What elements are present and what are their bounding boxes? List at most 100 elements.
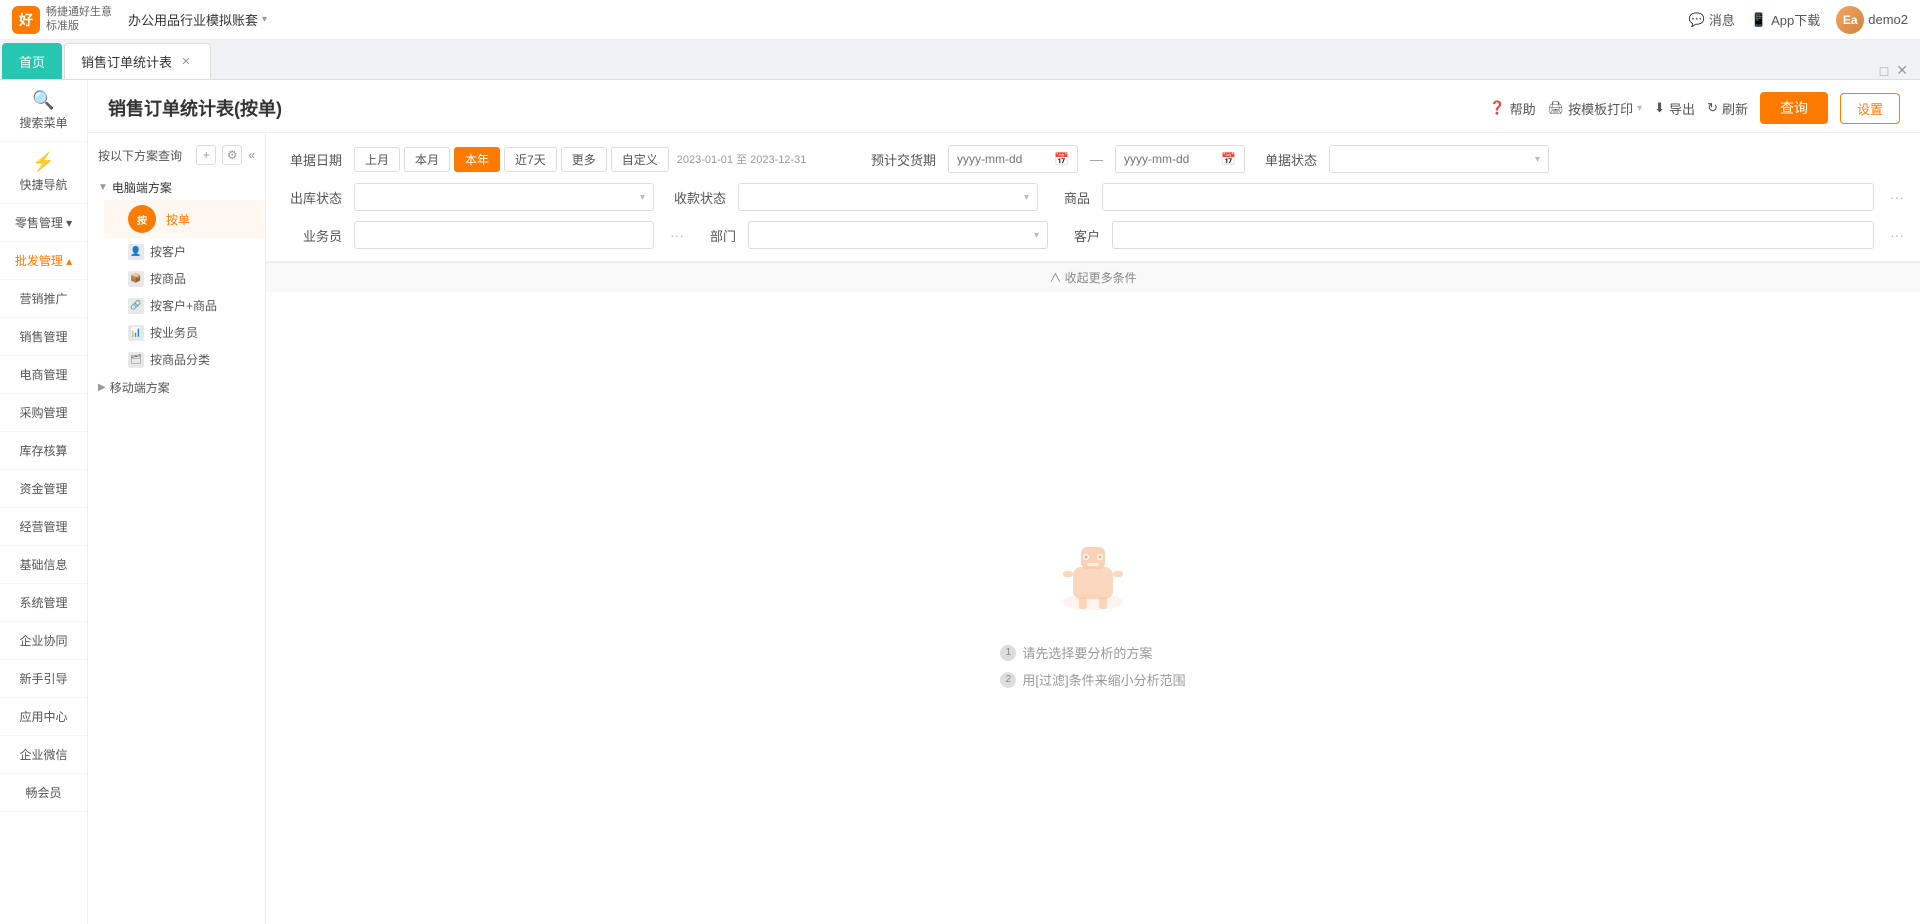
edit-scheme-btn[interactable]: ⚙ xyxy=(222,145,242,165)
scheme-by-order[interactable]: 按 按单 xyxy=(104,200,265,238)
expected-date-from[interactable]: 📅 xyxy=(948,145,1078,173)
pc-section-header[interactable]: ▼ 电脑端方案 xyxy=(88,175,265,200)
delivery-select[interactable]: ▾ xyxy=(354,183,654,211)
refresh-icon: ↻ xyxy=(1707,100,1718,116)
sidebar-item-basic[interactable]: 基础信息 xyxy=(0,546,87,584)
workspace-arrow-icon: ▾ xyxy=(262,14,267,25)
customer-label: 客户 xyxy=(1060,226,1100,245)
expected-date-to[interactable]: 📅 xyxy=(1115,145,1245,173)
expected-date-from-input[interactable] xyxy=(957,152,1054,166)
mobile-section[interactable]: ▶ 移动端方案 xyxy=(88,375,265,400)
sidebar-item-collab[interactable]: 企业协同 xyxy=(0,622,87,660)
custom-btn[interactable]: 自定义 xyxy=(611,147,669,172)
logo-text: 畅捷通好生意 标准版 xyxy=(46,6,112,32)
tab-close-icon[interactable]: ✕ xyxy=(178,54,194,70)
tab-order-stat[interactable]: 销售订单统计表 ✕ xyxy=(64,43,211,79)
last-7-btn[interactable]: 近7天 xyxy=(504,147,557,172)
customer-scheme-icon: 👤 xyxy=(128,244,144,260)
goods-input-field[interactable] xyxy=(1111,190,1865,204)
add-scheme-btn[interactable]: + xyxy=(196,145,216,165)
scheme-by-cust-goods[interactable]: 🔗 按客户+商品 xyxy=(104,292,265,319)
print-arrow-icon: ▾ xyxy=(1637,103,1642,114)
tab-home[interactable]: 首页 xyxy=(2,43,62,79)
staff-input-field[interactable] xyxy=(363,228,645,242)
filter-row-1: 单据日期 上月 本月 本年 近7天 更多 自定义 2023-01-01 至 20… xyxy=(282,145,1904,173)
status-label: 单据状态 xyxy=(1257,150,1317,169)
customer-input-field[interactable] xyxy=(1121,228,1865,242)
last-month-btn[interactable]: 上月 xyxy=(354,147,400,172)
sidebar-item-purchase[interactable]: 采购管理 xyxy=(0,394,87,432)
search-icon: 🔍 xyxy=(32,90,54,111)
sidebar-item-marketing[interactable]: 营销推广 xyxy=(0,280,87,318)
delivery-arrow-icon: ▾ xyxy=(640,192,645,203)
wholesale-label: 批发管理 ▴ xyxy=(15,252,72,269)
sidebar-item-newbie[interactable]: 新手引导 xyxy=(0,660,87,698)
query-button[interactable]: 查询 xyxy=(1760,92,1828,124)
filter-row-3: 业务员 ··· 部门 ▾ 客户 xyxy=(282,221,1904,249)
expected-date-to-input[interactable] xyxy=(1124,152,1221,166)
refresh-btn[interactable]: ↻ 刷新 xyxy=(1707,99,1748,118)
avatar: Ea xyxy=(1836,6,1864,34)
left-panel-header: 按以下方案查询 + ⚙ « xyxy=(88,141,265,173)
date-dash: — xyxy=(1090,152,1103,167)
user-profile[interactable]: Ea demo2 xyxy=(1836,6,1908,34)
sidebar-item-finance[interactable]: 资金管理 xyxy=(0,470,87,508)
window-restore-icon[interactable]: □ xyxy=(1880,63,1888,79)
tab-bar: 首页 销售订单统计表 ✕ □ ✕ xyxy=(0,40,1920,80)
status-select[interactable]: ▾ xyxy=(1329,145,1549,173)
export-icon: ⬇ xyxy=(1654,100,1665,116)
export-btn[interactable]: ⬇ 导出 xyxy=(1654,99,1695,118)
help-btn[interactable]: ❓ 帮助 xyxy=(1489,99,1535,118)
sidebar-item-system[interactable]: 系统管理 xyxy=(0,584,87,622)
logo-area: 好 畅捷通好生意 标准版 xyxy=(12,6,112,34)
sidebar-item-wholesale[interactable]: 批发管理 ▴ xyxy=(0,242,87,280)
this-month-btn[interactable]: 本月 xyxy=(404,147,450,172)
goods-more-icon[interactable]: ··· xyxy=(1890,189,1904,205)
sidebar-item-search[interactable]: 🔍 搜索菜单 xyxy=(0,80,87,142)
this-year-btn[interactable]: 本年 xyxy=(454,147,500,172)
payment-arrow-icon: ▾ xyxy=(1024,192,1029,203)
top-right: 💬 消息 📱 App下载 Ea demo2 xyxy=(1689,6,1908,34)
mobile-expand-icon: ▶ xyxy=(98,382,106,393)
retail-label: 零售管理 ▾ xyxy=(15,214,72,231)
sidebar-item-retail[interactable]: 零售管理 ▾ xyxy=(0,204,87,242)
more-btn[interactable]: 更多 xyxy=(561,147,607,172)
goods-input[interactable] xyxy=(1102,183,1874,211)
scheme-by-customer[interactable]: 👤 按客户 xyxy=(104,238,265,265)
sidebar-item-shortcut[interactable]: ⚡ 快捷导航 xyxy=(0,142,87,204)
print-btn[interactable]: 🖨 按模板打印 ▾ xyxy=(1548,99,1643,118)
staff-input[interactable] xyxy=(354,221,654,249)
workspace-selector[interactable]: 办公用品行业模拟账套 ▾ xyxy=(120,10,275,29)
scheme-by-staff[interactable]: 📊 按业务员 xyxy=(104,319,265,346)
dept-select[interactable]: ▾ xyxy=(748,221,1048,249)
staff-more-icon[interactable]: ··· xyxy=(670,227,684,243)
sidebar-item-member[interactable]: 畅会员 xyxy=(0,774,87,812)
page-actions: ❓ 帮助 🖨 按模板打印 ▾ ⬇ 导出 ↻ 刷新 查询 设置 xyxy=(1489,92,1900,124)
scheme-by-category[interactable]: 🗂 按商品分类 xyxy=(104,346,265,373)
payment-select[interactable]: ▾ xyxy=(738,183,1038,211)
sidebar-item-ecom[interactable]: 电商管理 xyxy=(0,356,87,394)
customer-more-icon[interactable]: ··· xyxy=(1890,227,1904,243)
date-label: 单据日期 xyxy=(282,150,342,169)
status-select-arrow-icon: ▾ xyxy=(1535,154,1540,165)
sidebar-item-inventory[interactable]: 库存核算 xyxy=(0,432,87,470)
collapse-panel-btn[interactable]: « xyxy=(248,148,255,162)
settings-button[interactable]: 设置 xyxy=(1840,93,1900,124)
date-range-text: 2023-01-01 至 2023-12-31 xyxy=(677,151,807,167)
customer-input[interactable] xyxy=(1112,221,1874,249)
tab-order-stat-label: 销售订单统计表 xyxy=(81,52,172,71)
scheme-by-goods[interactable]: 📦 按商品 xyxy=(104,265,265,292)
window-close-icon[interactable]: ✕ xyxy=(1896,62,1908,79)
sidebar: 🔍 搜索菜单 ⚡ 快捷导航 零售管理 ▾ 批发管理 ▴ 营销推广 销售管理 电商… xyxy=(0,80,88,924)
sidebar-item-wechat[interactable]: 企业微信 xyxy=(0,736,87,774)
payment-label: 收款状态 xyxy=(666,188,726,207)
help-icon: ❓ xyxy=(1489,100,1505,116)
collapse-filter-bar[interactable]: ∧ 收起更多条件 xyxy=(266,262,1920,292)
goods-scheme-icon: 📦 xyxy=(128,271,144,287)
message-btn[interactable]: 💬 消息 xyxy=(1689,10,1735,29)
app-download-btn[interactable]: 📱 App下载 xyxy=(1751,10,1820,29)
sidebar-item-appcenter[interactable]: 应用中心 xyxy=(0,698,87,736)
shortcut-icon: ⚡ xyxy=(32,152,54,173)
sidebar-item-sales[interactable]: 销售管理 xyxy=(0,318,87,356)
sidebar-item-ops[interactable]: 经营管理 xyxy=(0,508,87,546)
